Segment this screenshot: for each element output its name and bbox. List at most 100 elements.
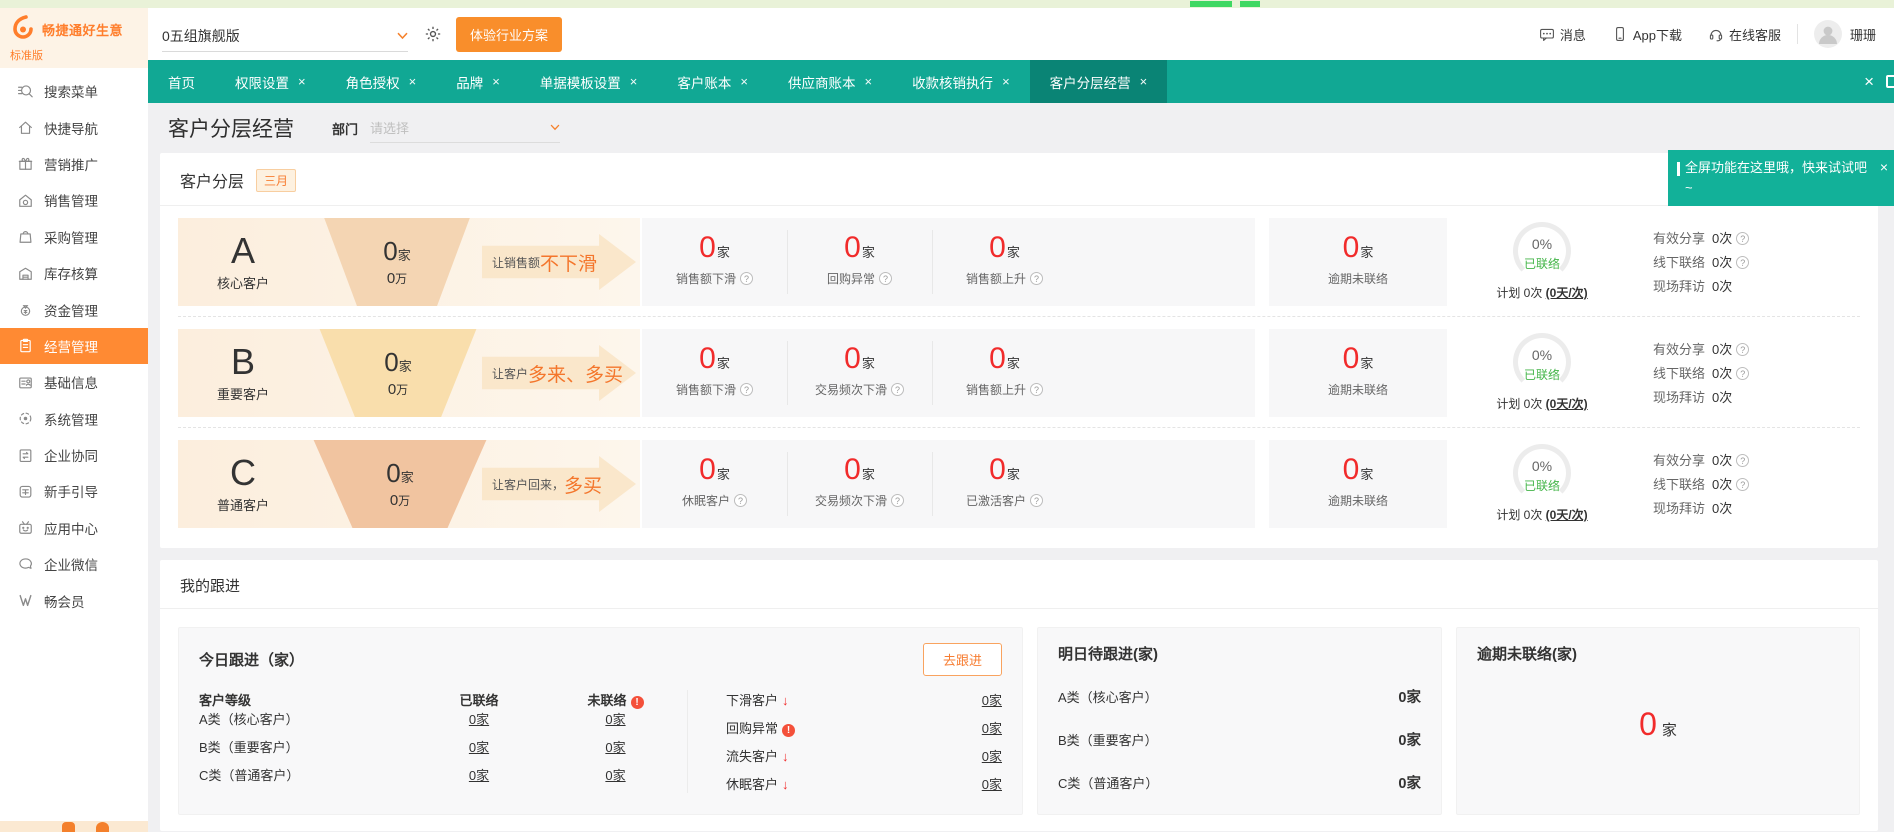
segment-side-stats: 有效分享 0次? 线下联络 0次? 现场拜访 0次	[1653, 440, 1750, 528]
stat-item[interactable]: 0家 交易频次下滑?	[787, 329, 932, 417]
tab-客户账本[interactable]: 客户账本 ×	[657, 60, 768, 103]
footer-icon[interactable]	[96, 822, 109, 832]
sidebar-item-purchase[interactable]: 采购管理	[0, 219, 148, 255]
stat-label: 已激活客户	[965, 494, 1026, 508]
wechat-icon	[17, 556, 34, 573]
alert-count-link[interactable]: 0家	[982, 774, 1002, 793]
alert-count-link[interactable]: 0家	[982, 718, 1002, 737]
uncontacted-count-link[interactable]: 0家	[605, 712, 625, 727]
dept-placeholder: 请选择	[370, 121, 410, 136]
sidebar-item-system[interactable]: 系统管理	[0, 401, 148, 437]
dept-select[interactable]: 请选择	[370, 113, 561, 143]
help-icon[interactable]: ?	[891, 494, 904, 507]
sidebar-item-home[interactable]: 快捷导航	[0, 109, 148, 145]
stat-item[interactable]: 0家 销售额上升?	[932, 329, 1077, 417]
sidebar-item-collab[interactable]: 企业协同	[0, 437, 148, 473]
sidebar-item-appcenter[interactable]: 应用中心	[0, 510, 148, 546]
contacted-count-link[interactable]: 0家	[469, 768, 489, 783]
close-icon[interactable]: ×	[630, 74, 638, 89]
plan-link[interactable]: (0天/次)	[1546, 508, 1588, 522]
gear-icon[interactable]	[424, 25, 442, 43]
help-icon[interactable]: ?	[1030, 494, 1043, 507]
segment-row-B: B 重要客户 0家 0万 让客户 多来、多买 0家 销售额下滑? 0家 交易频次…	[178, 317, 1860, 428]
topbar-link-phone[interactable]: App下载	[1612, 25, 1682, 44]
help-icon[interactable]: ?	[1736, 478, 1750, 491]
sidebar-item-operations[interactable]: 经营管理	[0, 327, 148, 365]
stat-overdue-uncontacted[interactable]: 0家 逾期未联络	[1269, 440, 1447, 528]
side-stat-label: 有效分享	[1653, 453, 1706, 468]
help-icon[interactable]: ?	[891, 383, 904, 396]
tab-权限设置[interactable]: 权限设置 ×	[215, 60, 326, 103]
sidebar-item-wechat[interactable]: 企业微信	[0, 546, 148, 582]
fullscreen-icon[interactable]	[1886, 75, 1894, 88]
close-icon[interactable]: ×	[1880, 157, 1888, 177]
help-icon[interactable]: ?	[1736, 454, 1750, 467]
stat-item[interactable]: 0家 交易频次下滑?	[787, 440, 932, 528]
segment-amount: 0万	[386, 270, 408, 287]
trial-plan-button[interactable]: 体验行业方案	[456, 16, 563, 52]
sidebar-item-guide[interactable]: 新手引导	[0, 473, 148, 509]
close-all-icon[interactable]: ×	[1852, 72, 1886, 92]
help-icon[interactable]: ?	[1030, 272, 1043, 285]
system-icon	[17, 410, 34, 427]
contacted-count-link[interactable]: 0家	[469, 712, 489, 727]
tab-供应商账本[interactable]: 供应商账本 ×	[768, 60, 892, 103]
user-name[interactable]: 珊珊	[1850, 25, 1876, 44]
contacted-count-link[interactable]: 0家	[469, 740, 489, 755]
sidebar-item-funds[interactable]: 资金管理	[0, 291, 148, 327]
stat-item[interactable]: 0家 销售额上升?	[932, 218, 1077, 306]
contact-gauge: 0% 已联络 计划 0次 (0天/次)	[1447, 218, 1637, 306]
stat-item[interactable]: 0家 休眠客户?	[642, 440, 787, 528]
help-icon[interactable]: ?	[1736, 232, 1750, 245]
close-icon[interactable]: ×	[740, 74, 748, 89]
close-icon[interactable]: ×	[298, 74, 306, 89]
stat-overdue-uncontacted[interactable]: 0家 逾期未联络	[1269, 218, 1447, 306]
sidebar-item-inventory[interactable]: 库存核算	[0, 255, 148, 291]
help-icon[interactable]: ?	[1736, 256, 1750, 269]
tab-label: 单据模板设置	[539, 75, 621, 91]
uncontacted-count-link[interactable]: 0家	[605, 768, 625, 783]
segment-letter: A	[230, 229, 255, 271]
tab-角色授权[interactable]: 角色授权 ×	[326, 60, 437, 103]
sidebar-item-sales[interactable]: 销售管理	[0, 182, 148, 218]
tab-收款核销执行[interactable]: 收款核销执行 ×	[892, 60, 1030, 103]
close-icon[interactable]: ×	[1140, 74, 1148, 89]
side-stat-value: 0次	[1712, 366, 1733, 381]
sidebar-item-gift[interactable]: 营销推广	[0, 146, 148, 182]
topbar-link-message[interactable]: 消息	[1539, 25, 1586, 44]
help-icon[interactable]: ?	[1736, 343, 1750, 356]
stat-item[interactable]: 0家 销售额下滑?	[642, 329, 787, 417]
footer-icon[interactable]	[62, 822, 75, 832]
help-icon[interactable]: ?	[1736, 367, 1750, 380]
alert-count-link[interactable]: 0家	[982, 690, 1002, 709]
stat-item[interactable]: 0家 销售额下滑?	[642, 218, 787, 306]
help-icon[interactable]: ?	[740, 383, 753, 396]
close-icon[interactable]: ×	[409, 74, 417, 89]
alert-count-link[interactable]: 0家	[982, 746, 1002, 765]
tab-首页[interactable]: 首页	[148, 60, 215, 103]
help-icon[interactable]: ?	[740, 272, 753, 285]
help-icon[interactable]: ?	[1030, 383, 1043, 396]
sidebar-item-baseinfo[interactable]: 基础信息	[0, 364, 148, 400]
side-stat-value: 0次	[1712, 390, 1733, 405]
stat-item[interactable]: 0家 已激活客户?	[932, 440, 1077, 528]
uncontacted-count-link[interactable]: 0家	[605, 740, 625, 755]
close-icon[interactable]: ×	[492, 74, 500, 89]
plan-link[interactable]: (0天/次)	[1546, 397, 1588, 411]
avatar[interactable]	[1813, 20, 1842, 48]
plan-link[interactable]: (0天/次)	[1546, 286, 1588, 300]
close-icon[interactable]: ×	[864, 74, 872, 89]
close-icon[interactable]: ×	[1002, 74, 1010, 89]
go-followup-button[interactable]: 去跟进	[922, 643, 1002, 676]
stat-item[interactable]: 0家 回购异常?	[787, 218, 932, 306]
sidebar-item-search[interactable]: 搜索菜单	[0, 73, 148, 109]
workspace-select[interactable]: 0五组旗舰版	[162, 20, 408, 52]
sidebar-item-member[interactable]: 畅会员	[0, 582, 148, 618]
help-icon[interactable]: ?	[879, 272, 892, 285]
tab-客户分层经营[interactable]: 客户分层经营 ×	[1029, 60, 1168, 103]
topbar-link-headset[interactable]: 在线客服	[1708, 25, 1781, 44]
help-icon[interactable]: ?	[734, 494, 747, 507]
stat-overdue-uncontacted[interactable]: 0家 逾期未联络	[1269, 329, 1447, 417]
tab-品牌[interactable]: 品牌 ×	[436, 60, 520, 103]
tab-单据模板设置[interactable]: 单据模板设置 ×	[520, 60, 658, 103]
